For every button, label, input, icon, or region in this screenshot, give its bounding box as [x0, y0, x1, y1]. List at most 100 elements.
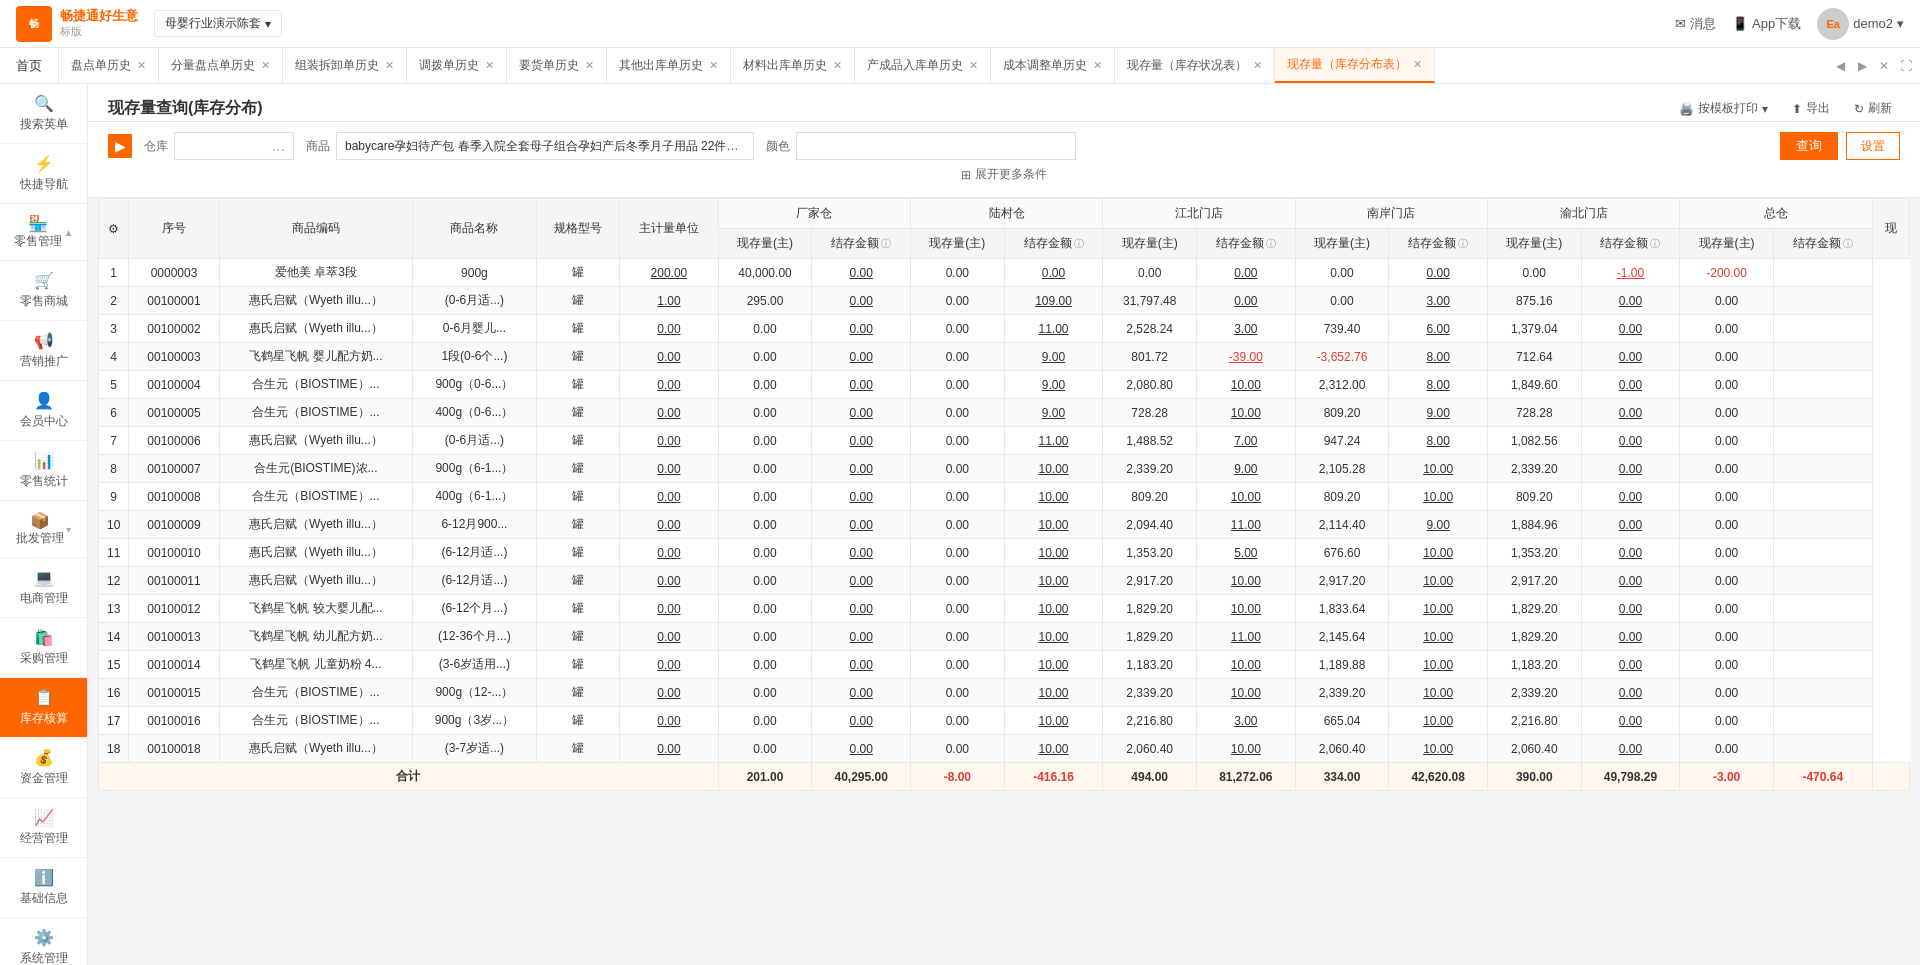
table-cell[interactable]: 0.00: [812, 343, 911, 371]
info-nanan-amt[interactable]: ⓘ: [1458, 238, 1468, 249]
filter-expand-btn[interactable]: ▶: [108, 134, 132, 158]
table-cell[interactable]: 10.00: [1389, 679, 1488, 707]
table-cell[interactable]: 0.00: [812, 483, 911, 511]
table-cell[interactable]: 9.00: [1004, 371, 1103, 399]
table-cell[interactable]: 0.00: [1581, 539, 1680, 567]
table-cell[interactable]: 0.00: [620, 679, 719, 707]
sidebar-item-wholesale[interactable]: 📦 批发管理 ▾: [0, 501, 87, 558]
tab-close[interactable]: ✕: [969, 60, 978, 71]
table-cell[interactable]: 10.00: [1004, 511, 1103, 539]
table-cell[interactable]: 10.00: [1004, 651, 1103, 679]
table-cell[interactable]: 10.00: [1004, 623, 1103, 651]
message-btn[interactable]: ✉ 消息: [1675, 15, 1716, 33]
expand-conditions-btn[interactable]: ⊞ 展开更多条件: [961, 166, 1047, 183]
table-cell[interactable]: 10.00: [1389, 651, 1488, 679]
tab-chanchengpin[interactable]: 产成品入库单历史 ✕: [855, 48, 991, 83]
table-cell[interactable]: 0.00: [812, 707, 911, 735]
info-jiangbei-amt[interactable]: ⓘ: [1266, 238, 1276, 249]
table-cell[interactable]: 0.00: [812, 315, 911, 343]
sidebar-item-purchase[interactable]: 🛍️ 采购管理: [0, 618, 87, 678]
table-cell[interactable]: 0.00: [1581, 483, 1680, 511]
tab-close[interactable]: ✕: [485, 60, 494, 71]
tab-chenben[interactable]: 成本调整单历史 ✕: [991, 48, 1115, 83]
table-cell[interactable]: 10.00: [1389, 567, 1488, 595]
sidebar-item-inventory[interactable]: 📋 库存核算: [0, 678, 87, 738]
table-cell[interactable]: 0.00: [812, 511, 911, 539]
table-cell[interactable]: 11.00: [1004, 427, 1103, 455]
table-cell[interactable]: 8.00: [1389, 343, 1488, 371]
table-cell[interactable]: 0.00: [1581, 623, 1680, 651]
table-cell[interactable]: 0.00: [812, 539, 911, 567]
table-cell[interactable]: 10.00: [1196, 399, 1295, 427]
table-cell[interactable]: 10.00: [1389, 455, 1488, 483]
tab-close[interactable]: ✕: [1253, 60, 1262, 71]
table-cell[interactable]: 10.00: [1196, 567, 1295, 595]
table-cell[interactable]: 0.00: [1581, 511, 1680, 539]
tab-qitachukulishi[interactable]: 其他出库单历史 ✕: [607, 48, 731, 83]
tab-fenliang-pandian[interactable]: 分量盘点单历史 ✕: [159, 48, 283, 83]
table-cell[interactable]: 0.00: [1196, 259, 1295, 287]
table-cell[interactable]: 0.00: [812, 427, 911, 455]
warehouse-dots[interactable]: ...: [272, 137, 285, 155]
table-cell[interactable]: 0.00: [620, 371, 719, 399]
table-cell[interactable]: 200.00: [620, 259, 719, 287]
product-input[interactable]: babycare孕妇待产包 春季入院全套母子组合孕妇产后冬季月子用品 22件套 …: [336, 132, 754, 160]
table-cell[interactable]: 0.00: [620, 455, 719, 483]
table-cell[interactable]: 0.00: [1581, 315, 1680, 343]
table-cell[interactable]: 0.00: [620, 343, 719, 371]
sidebar-item-ecommerce[interactable]: 💻 电商管理: [0, 558, 87, 618]
table-cell[interactable]: 0.00: [620, 595, 719, 623]
table-cell[interactable]: 10.00: [1004, 483, 1103, 511]
setting-button[interactable]: 设置: [1846, 132, 1900, 160]
table-cell[interactable]: 10.00: [1004, 455, 1103, 483]
refresh-btn[interactable]: ↻ 刷新: [1846, 96, 1900, 121]
table-cell[interactable]: 10.00: [1196, 735, 1295, 763]
table-cell[interactable]: 10.00: [1389, 539, 1488, 567]
color-input[interactable]: [796, 132, 1076, 160]
table-cell[interactable]: 0.00: [1196, 287, 1295, 315]
table-cell[interactable]: 9.00: [1004, 343, 1103, 371]
table-cell[interactable]: 0.00: [1581, 735, 1680, 763]
table-cell[interactable]: 5.00: [1196, 539, 1295, 567]
table-cell[interactable]: 11.00: [1004, 315, 1103, 343]
table-cell[interactable]: 3.00: [1196, 707, 1295, 735]
tab-close[interactable]: ✕: [1413, 59, 1422, 70]
table-cell[interactable]: 11.00: [1196, 623, 1295, 651]
table-cell[interactable]: 3.00: [1389, 287, 1488, 315]
table-cell[interactable]: 0.00: [1581, 343, 1680, 371]
th-gear[interactable]: ⚙: [99, 199, 129, 259]
sidebar-item-retail-mgmt[interactable]: 🏪 零售管理 ▲: [0, 204, 87, 261]
table-cell[interactable]: 0.00: [1581, 287, 1680, 315]
sidebar-item-operations[interactable]: 📈 经营管理: [0, 798, 87, 858]
table-cell[interactable]: 0.00: [1389, 259, 1488, 287]
table-cell[interactable]: 10.00: [1004, 567, 1103, 595]
table-cell[interactable]: 10.00: [1004, 707, 1103, 735]
sidebar-item-retail-stats[interactable]: 📊 零售统计: [0, 441, 87, 501]
table-cell[interactable]: 0.00: [812, 259, 911, 287]
table-cell[interactable]: 0.00: [620, 539, 719, 567]
table-cell[interactable]: 9.00: [1389, 399, 1488, 427]
table-cell[interactable]: 0.00: [1581, 455, 1680, 483]
print-btn[interactable]: 🖨️ 按模板打印 ▾: [1671, 96, 1776, 121]
table-cell[interactable]: 0.00: [1581, 707, 1680, 735]
table-cell[interactable]: 10.00: [1196, 651, 1295, 679]
tab-close[interactable]: ✕: [261, 60, 270, 71]
table-cell[interactable]: 10.00: [1196, 483, 1295, 511]
table-cell[interactable]: 10.00: [1389, 595, 1488, 623]
table-cell[interactable]: 9.00: [1389, 511, 1488, 539]
table-cell[interactable]: 9.00: [1196, 455, 1295, 483]
user-area[interactable]: Ea demo2 ▾: [1817, 8, 1904, 40]
table-cell[interactable]: 10.00: [1196, 371, 1295, 399]
tab-pandian[interactable]: 盘点单历史 ✕: [59, 48, 159, 83]
table-cell[interactable]: 10.00: [1389, 623, 1488, 651]
table-cell[interactable]: 0.00: [1581, 371, 1680, 399]
table-cell[interactable]: 10.00: [1004, 679, 1103, 707]
nav-next[interactable]: ▶: [1852, 56, 1872, 76]
tab-close[interactable]: ✕: [709, 60, 718, 71]
nav-close-all[interactable]: ✕: [1874, 56, 1894, 76]
tab-yaohuo[interactable]: 要货单历史 ✕: [507, 48, 607, 83]
table-cell[interactable]: 9.00: [1004, 399, 1103, 427]
tab-close[interactable]: ✕: [585, 60, 594, 71]
table-cell[interactable]: 0.00: [812, 371, 911, 399]
table-cell[interactable]: 0.00: [812, 567, 911, 595]
